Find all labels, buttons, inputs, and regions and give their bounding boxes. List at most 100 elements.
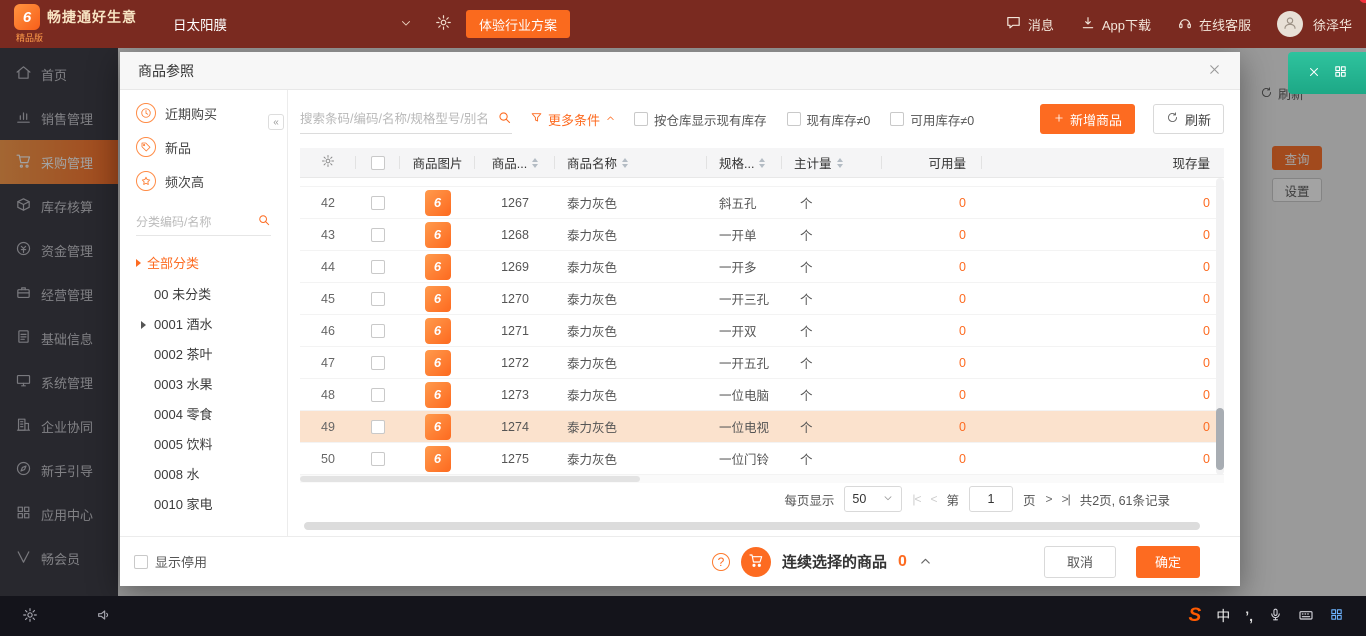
app-download-button[interactable]: App下载 — [1080, 15, 1151, 34]
org-selector[interactable]: 日太阳膜 — [173, 14, 413, 34]
ime-mic-icon[interactable] — [1268, 607, 1283, 625]
table-row-47[interactable]: 47 6 1272 泰力灰色 一开五孔 个 0 0 — [300, 347, 1224, 379]
first-page-button[interactable]: |< — [912, 492, 921, 506]
table-row-43[interactable]: 43 6 1268 泰力灰色 一开单 个 0 0 — [300, 219, 1224, 251]
column-header-4[interactable]: 主计量 — [782, 148, 882, 177]
row-checkbox[interactable] — [371, 387, 385, 402]
column-header-2[interactable]: 商品名称 — [555, 148, 707, 177]
sort-icon[interactable] — [759, 157, 766, 168]
column-label: 商品... — [491, 157, 528, 171]
row-checkbox[interactable] — [371, 419, 385, 434]
widget-grid-icon[interactable] — [1333, 64, 1348, 82]
product-spec: 一开单 — [719, 229, 757, 243]
product-spec: 一位门铃 — [719, 453, 770, 467]
page-input[interactable] — [969, 486, 1014, 512]
search-icon[interactable] — [257, 213, 271, 230]
topbar-gear-icon[interactable] — [435, 14, 452, 34]
show-disabled-checkbox[interactable]: 显示停用 — [120, 552, 207, 571]
star-icon — [136, 171, 156, 191]
column-header-0[interactable]: 商品图片 — [400, 148, 475, 177]
taskbar-gear-icon[interactable] — [22, 607, 38, 626]
brand: 6 畅捷通好生意 精品版 — [14, 4, 137, 44]
ime-punctuation-icon[interactable]: ’, — [1245, 608, 1253, 624]
row-checkbox[interactable] — [371, 323, 385, 338]
filter-checkbox-2[interactable]: 可用库存≠0 — [890, 110, 974, 129]
column-settings-icon[interactable] — [321, 154, 335, 171]
modal-close-icon[interactable] — [1207, 62, 1222, 80]
floating-widget[interactable] — [1288, 52, 1366, 94]
category-item-2[interactable]: 0002 茶叶 — [120, 340, 287, 370]
confirm-button[interactable]: 确定 — [1136, 545, 1200, 578]
product-code: 1268 — [501, 227, 529, 242]
messages-button[interactable]: 99+ 消息 — [1005, 0, 1366, 34]
refresh-button[interactable]: 刷新 — [1152, 104, 1224, 134]
row-checkbox[interactable] — [371, 195, 385, 210]
last-page-button[interactable]: >| — [1062, 492, 1071, 506]
ime-toolbox-icon[interactable] — [1329, 607, 1344, 625]
per-page-select[interactable]: 50 — [844, 486, 903, 512]
help-icon[interactable]: ? — [712, 552, 730, 571]
category-item-5[interactable]: 0005 饮料 — [120, 430, 287, 460]
category-item-4[interactable]: 0004 零食 — [120, 400, 287, 430]
ime-lang-indicator[interactable]: 中 — [1216, 606, 1230, 626]
row-checkbox[interactable] — [371, 227, 385, 242]
column-header-1[interactable]: 商品... — [475, 148, 555, 177]
online-support-button[interactable]: 在线客服 — [1177, 15, 1251, 34]
category-item-7[interactable]: 0010 家电 — [120, 490, 287, 520]
close-icon[interactable] — [1307, 65, 1321, 82]
filter-checkbox-0[interactable]: 按仓库显示现有库存 — [634, 110, 767, 129]
table-row-46[interactable]: 46 6 1271 泰力灰色 一开双 个 0 0 — [300, 315, 1224, 347]
main: 首页 销售管理 采购管理 库存核算 资金管理 经营管理 基础信息 系统管理 企业协同 新手引导 应用… — [0, 48, 1366, 596]
column-header-3[interactable]: 规格... — [707, 148, 782, 177]
table-row-partial — [300, 178, 1224, 187]
dialog-scrollbar[interactable] — [300, 515, 1224, 536]
sogou-logo-icon[interactable]: S — [1189, 605, 1202, 627]
industry-solution-button[interactable]: 体验行业方案 — [466, 10, 571, 38]
column-header-6[interactable]: 现存量 — [982, 148, 1224, 177]
category-item-3[interactable]: 0003 水果 — [120, 370, 287, 400]
next-page-button[interactable]: > — [1046, 492, 1053, 506]
collapse-panel-button[interactable]: « — [268, 114, 284, 130]
vertical-scrollbar[interactable] — [1216, 178, 1224, 475]
filter-checkbox-1[interactable]: 现有库存≠0 — [786, 110, 870, 129]
clock-icon — [136, 103, 156, 123]
table-row-44[interactable]: 44 6 1269 泰力灰色 一开多 个 0 0 — [300, 251, 1224, 283]
row-checkbox[interactable] — [371, 451, 385, 466]
category-item-1[interactable]: 0001 酒水 — [120, 310, 287, 340]
horizontal-scrollbar[interactable] — [300, 475, 1224, 483]
quick-filter-0[interactable]: 近期购买 — [120, 96, 287, 130]
sort-icon[interactable] — [836, 157, 843, 168]
ime-keyboard-icon[interactable] — [1298, 607, 1314, 626]
online-support-label: 在线客服 — [1198, 17, 1251, 33]
table-row-45[interactable]: 45 6 1270 泰力灰色 一开三孔 个 0 0 — [300, 283, 1224, 315]
prev-page-button[interactable]: < — [931, 492, 938, 506]
table-row-42[interactable]: 42 6 1267 泰力灰色 斜五孔 个 0 0 — [300, 187, 1224, 219]
table-row-48[interactable]: 48 6 1273 泰力灰色 一位电脑 个 0 0 — [300, 379, 1224, 411]
category-search-input[interactable] — [136, 214, 257, 229]
category-item-6[interactable]: 0008 水 — [120, 460, 287, 490]
sort-icon[interactable] — [622, 157, 629, 168]
product-search-input[interactable] — [300, 111, 497, 126]
pagination-summary: 共2页, 61条记录 — [1079, 493, 1170, 508]
avatar[interactable] — [1276, 11, 1303, 37]
add-product-button[interactable]: 新增商品 — [1039, 104, 1135, 134]
search-icon[interactable] — [497, 110, 512, 128]
table-row-49[interactable]: 49 6 1274 泰力灰色 一位电视 个 0 0 — [300, 411, 1224, 443]
sort-icon[interactable] — [532, 157, 539, 168]
category-all[interactable]: 全部分类 — [120, 240, 287, 280]
row-checkbox[interactable] — [371, 259, 385, 274]
row-checkbox[interactable] — [371, 291, 385, 306]
quick-filter-2[interactable]: 频次高 — [120, 164, 287, 198]
collapse-footer-icon[interactable] — [918, 554, 933, 569]
more-filters-button[interactable]: 更多条件 — [530, 110, 616, 129]
category-item-0[interactable]: 00 未分类 — [120, 280, 287, 310]
select-all-checkbox[interactable] — [371, 155, 385, 170]
taskbar-volume-icon[interactable] — [96, 607, 112, 626]
available-qty: 0 — [959, 419, 966, 434]
quick-filter-1[interactable]: 新品 — [120, 130, 287, 164]
cancel-button[interactable]: 取消 — [1044, 545, 1116, 578]
column-header-5[interactable]: 可用量 — [882, 148, 982, 177]
table-row-50[interactable]: 50 6 1275 泰力灰色 一位门铃 个 0 0 — [300, 443, 1224, 475]
category-label: 0003 水果 — [154, 377, 213, 392]
row-checkbox[interactable] — [371, 355, 385, 370]
